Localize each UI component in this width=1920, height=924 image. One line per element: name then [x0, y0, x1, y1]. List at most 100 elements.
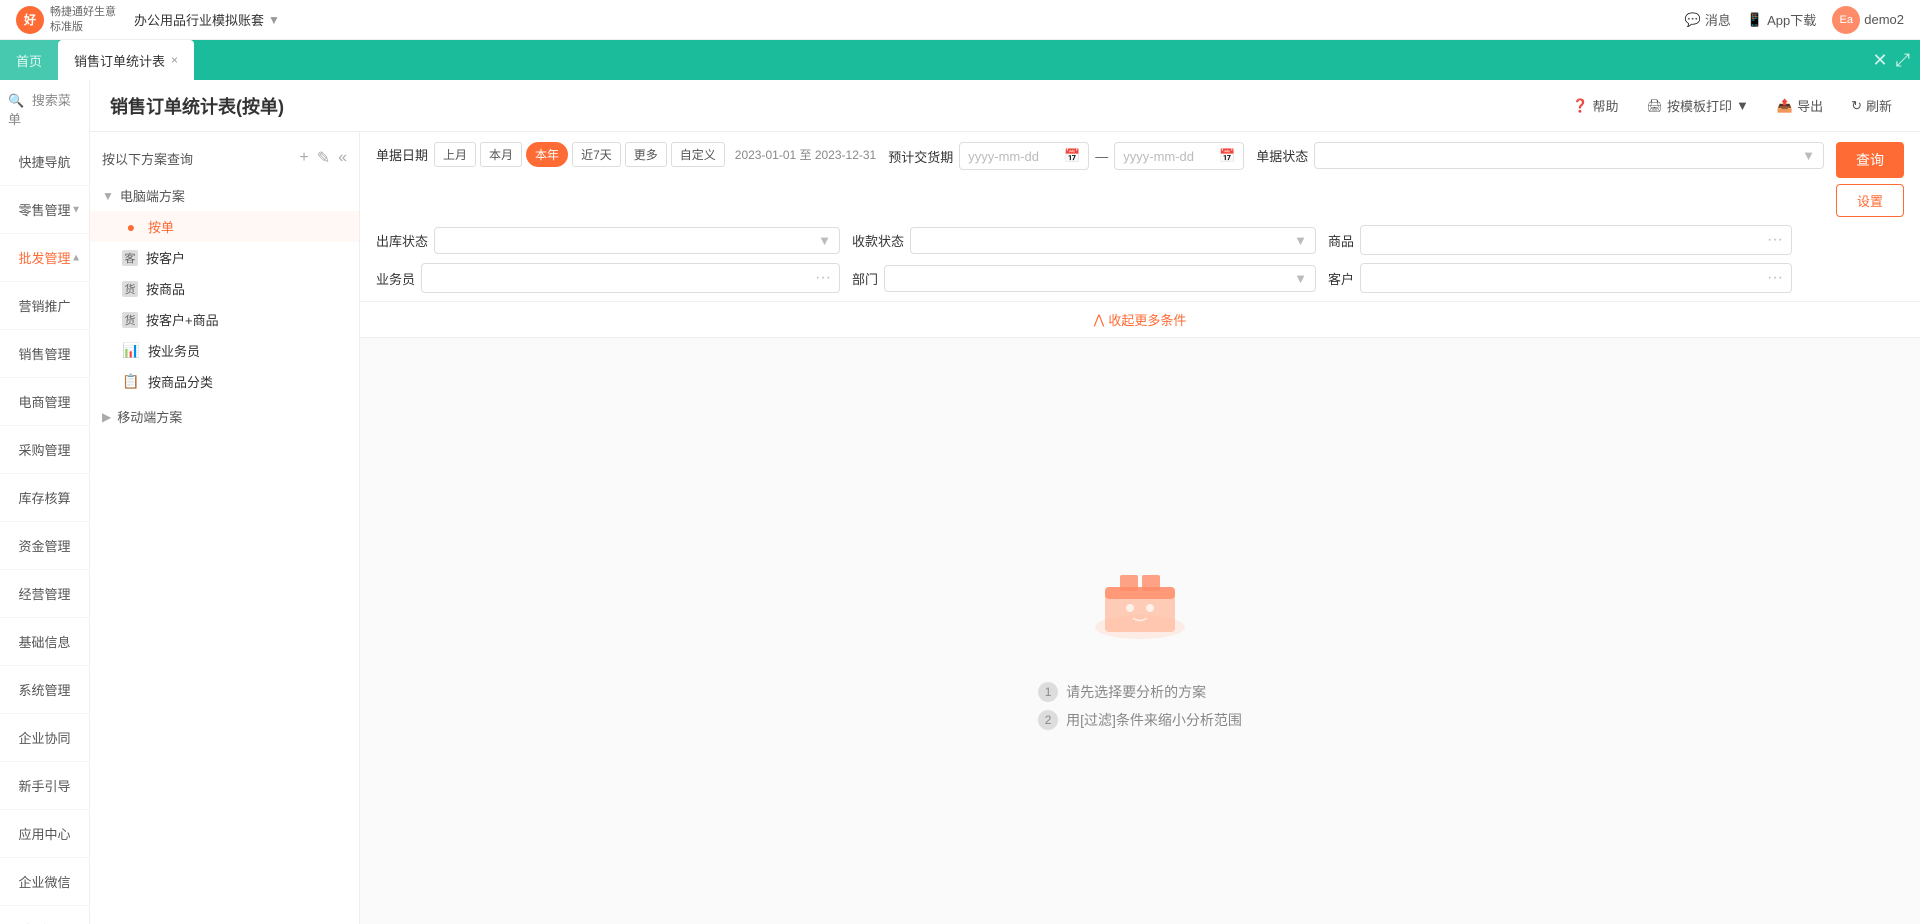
breadcrumb: 办公用品行业模拟账套 ▼ — [134, 10, 280, 29]
settings-button[interactable]: 设置 — [1836, 184, 1904, 217]
sidebar-item-operations[interactable]: 经营管理 — [0, 570, 89, 618]
message-button[interactable]: 💬 消息 — [1685, 10, 1731, 29]
sidebar: 🔍 搜索菜单 快捷导航 零售管理 ▼ 批发管理 ▲ 营销推广 销售管理 电商管理… — [0, 80, 90, 924]
goods-filter: 商品 ··· — [1328, 225, 1792, 255]
date-btn-7days[interactable]: 近7天 — [572, 142, 621, 167]
sidebar-item-finance[interactable]: 资金管理 — [0, 522, 89, 570]
scheme-item-by-customer-goods[interactable]: 货 按客户+商品 — [90, 304, 359, 335]
user-area[interactable]: Ea demo2 — [1832, 6, 1904, 34]
avatar: Ea — [1832, 6, 1860, 34]
sidebar-item-marketing[interactable]: 营销推广 — [0, 282, 89, 330]
department-select[interactable]: ▼ — [884, 265, 1316, 292]
goods-more-icon: ··· — [1767, 231, 1783, 249]
scheme-item-by-customer[interactable]: 客 按客户 — [90, 242, 359, 273]
logo-text: 畅捷通好生意 标准版 — [50, 5, 116, 34]
scheme-section-mobile-header[interactable]: ▶ 移动端方案 — [90, 401, 359, 432]
payment-dropdown-icon: ▼ — [1294, 233, 1307, 248]
filter-row-3: 业务员 ··· 部门 ▼ — [360, 255, 1920, 301]
tip-num-2: 2 — [1038, 710, 1058, 730]
window-close-icon[interactable]: ✕ — [1873, 50, 1888, 71]
export-icon: 📤 — [1777, 98, 1793, 114]
sidebar-item-wholesale[interactable]: 批发管理 ▲ — [0, 234, 89, 282]
main-layout: 🔍 搜索菜单 快捷导航 零售管理 ▼ 批发管理 ▲ 营销推广 销售管理 电商管理… — [0, 80, 1920, 924]
tab-close-icon[interactable]: × — [171, 53, 178, 67]
scheme-item-by-goods[interactable]: 货 按商品 — [90, 273, 359, 304]
tab-home[interactable]: 首页 — [0, 40, 58, 80]
calendar-icon-1: 📅 — [1064, 148, 1080, 164]
status-dropdown-icon: ▼ — [1802, 148, 1815, 163]
sidebar-item-sales[interactable]: 销售管理 — [0, 330, 89, 378]
sidebar-item-new-guide[interactable]: 新手引导 — [0, 762, 89, 810]
date-btn-last-month[interactable]: 上月 — [434, 142, 476, 167]
date-btn-more[interactable]: 更多 — [625, 142, 667, 167]
expected-date-end[interactable]: yyyy-mm-dd 📅 — [1114, 142, 1244, 170]
page-header-actions: ❓ 帮助 🖨 按模板打印 ▼ 📤 导出 ↻ 刷新 — [1564, 92, 1900, 119]
date-btn-this-year[interactable]: 本年 — [526, 142, 568, 167]
export-button[interactable]: 📤 导出 — [1769, 92, 1831, 119]
salesperson-more-icon: ··· — [815, 269, 831, 287]
date-btn-custom[interactable]: 自定义 — [671, 142, 725, 167]
sidebar-search[interactable]: 🔍 搜索菜单 — [0, 80, 89, 138]
collapse-scheme-button[interactable]: « — [338, 149, 347, 167]
content-area: 销售订单统计表(按单) ❓ 帮助 🖨 按模板打印 ▼ 📤 导出 ↻ 刷新 — [90, 80, 1920, 924]
salesperson-scheme-icon: 📊 — [122, 342, 140, 359]
department-filter: 部门 ▼ — [852, 265, 1316, 292]
filter-row-2: 出库状态 ▼ 收款状态 ▼ — [360, 217, 1920, 255]
filter-wrapper: 单据日期 上月 本月 本年 近7天 更多 自定义 2023-01-01 至 20… — [360, 132, 1920, 338]
sidebar-item-quick-nav[interactable]: 快捷导航 — [0, 138, 89, 186]
payment-status-select[interactable]: ▼ — [910, 227, 1316, 254]
page-header: 销售订单统计表(按单) ❓ 帮助 🖨 按模板打印 ▼ 📤 导出 ↻ 刷新 — [90, 80, 1920, 132]
salesperson-select[interactable]: ··· — [421, 263, 840, 293]
sidebar-item-purchase[interactable]: 采购管理 — [0, 426, 89, 474]
expected-date-start[interactable]: yyyy-mm-dd 📅 — [959, 142, 1089, 170]
print-template-button[interactable]: 🖨 按模板打印 ▼ — [1638, 92, 1756, 119]
customer-scheme-icon: 客 — [122, 250, 138, 266]
scheme-item-by-category[interactable]: 📋 按商品分类 — [90, 366, 359, 397]
empty-state: 1 请先选择要分析的方案 2 用[过滤]条件来缩小分析范围 — [360, 338, 1920, 924]
breadcrumb-dropdown-icon[interactable]: ▼ — [268, 13, 280, 27]
section-collapse-icon: ▶ — [102, 410, 111, 424]
sidebar-item-system[interactable]: 系统管理 — [0, 666, 89, 714]
scheme-panel: 按以下方案查询 + ✎ « ▼ 电脑端方案 — [90, 132, 360, 924]
scheme-item-by-order[interactable]: ● 按单 — [90, 211, 359, 242]
filter-row-1: 单据日期 上月 本月 本年 近7天 更多 自定义 2023-01-01 至 20… — [360, 132, 1920, 217]
add-scheme-button[interactable]: + — [299, 149, 308, 167]
customer-select[interactable]: ··· — [1360, 263, 1792, 293]
window-maximize-icon[interactable]: ⤢ — [1896, 50, 1910, 71]
scheme-item-by-salesperson[interactable]: 📊 按业务员 — [90, 335, 359, 366]
empty-tips: 1 请先选择要分析的方案 2 用[过滤]条件来缩小分析范围 — [1038, 682, 1242, 730]
sidebar-item-app-center[interactable]: 应用中心 — [0, 810, 89, 858]
sidebar-item-member[interactable]: 畅会员 — [0, 906, 89, 924]
tab-sales-order-stats[interactable]: 销售订单统计表 × — [58, 40, 194, 80]
tip-num-1: 1 — [1038, 682, 1058, 702]
order-status-select[interactable]: ▼ — [1314, 142, 1824, 169]
chevron-up-icon: ▲ — [71, 252, 81, 263]
refresh-icon: ↻ — [1851, 98, 1862, 114]
customer-more-icon: ··· — [1767, 269, 1783, 287]
action-buttons: 查询 设置 — [1836, 142, 1904, 217]
right-content: 单据日期 上月 本月 本年 近7天 更多 自定义 2023-01-01 至 20… — [360, 132, 1920, 924]
sidebar-item-retail[interactable]: 零售管理 ▼ — [0, 186, 89, 234]
delivery-status-select[interactable]: ▼ — [434, 227, 840, 254]
refresh-button[interactable]: ↻ 刷新 — [1843, 92, 1900, 119]
search-icon: 🔍 — [8, 93, 24, 108]
message-icon: 💬 — [1685, 12, 1701, 28]
date-buttons: 上月 本月 本年 近7天 更多 自定义 — [434, 142, 725, 167]
sidebar-item-inventory[interactable]: 库存核算 — [0, 474, 89, 522]
app-download-button[interactable]: 📱 App下载 — [1747, 10, 1816, 29]
goods-select[interactable]: ··· — [1360, 225, 1792, 255]
edit-scheme-button[interactable]: ✎ — [317, 148, 330, 168]
collapse-filter-button[interactable]: ⋀ 收起更多条件 — [360, 301, 1920, 337]
sidebar-item-basic-info[interactable]: 基础信息 — [0, 618, 89, 666]
sidebar-item-enterprise-collab[interactable]: 企业协同 — [0, 714, 89, 762]
query-button[interactable]: 查询 — [1836, 142, 1904, 178]
print-dropdown-icon: ▼ — [1736, 98, 1749, 113]
sidebar-item-wechat[interactable]: 企业微信 — [0, 858, 89, 906]
date-btn-this-month[interactable]: 本月 — [480, 142, 522, 167]
scheme-tree: ▼ 电脑端方案 ● 按单 客 按客户 货 按商品 — [90, 174, 359, 438]
sidebar-item-ecommerce[interactable]: 电商管理 — [0, 378, 89, 426]
delivery-status-filter: 出库状态 ▼ — [376, 227, 840, 254]
scheme-section-pc-header[interactable]: ▼ 电脑端方案 — [90, 180, 359, 211]
scheme-panel-actions: + ✎ « — [299, 148, 347, 168]
help-button[interactable]: ❓ 帮助 — [1564, 92, 1626, 119]
